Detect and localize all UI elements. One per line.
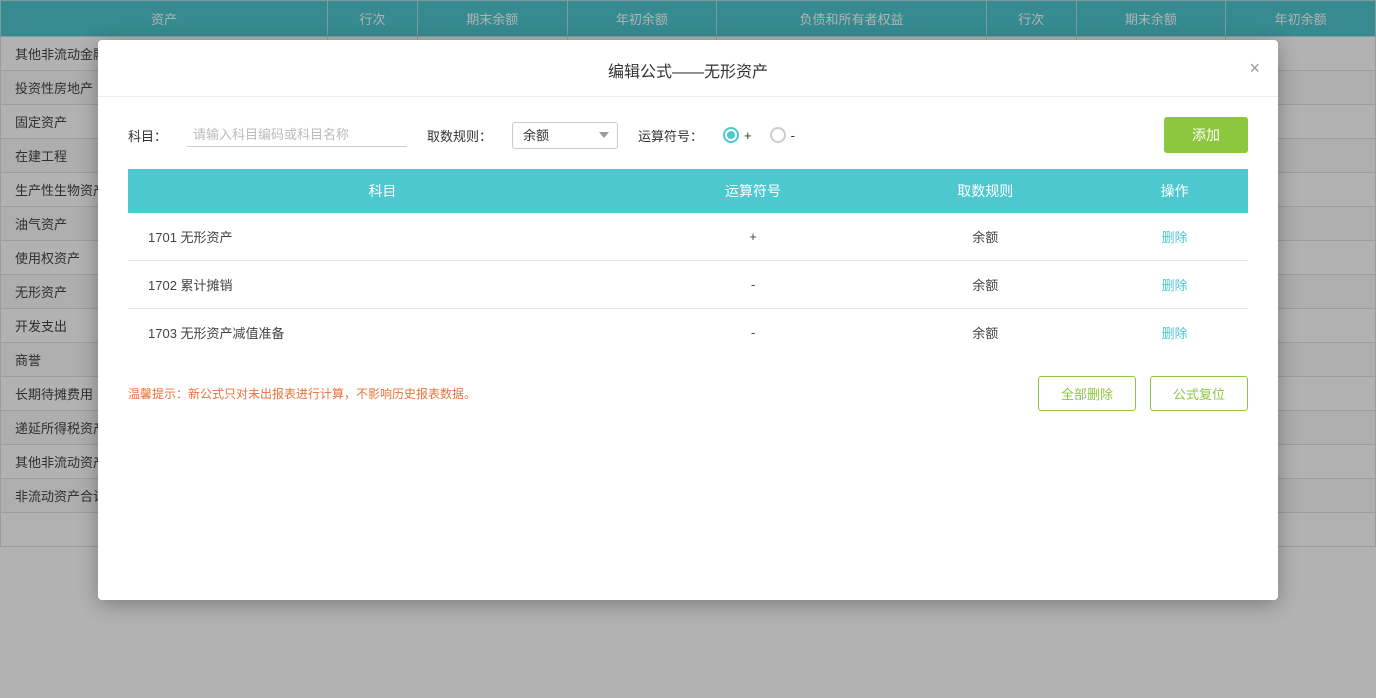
row3-action: 删除 <box>1101 309 1248 357</box>
radio-minus-circle[interactable] <box>770 127 786 143</box>
rule-label: 取数规则： <box>427 126 492 145</box>
formula-table-wrapper: 科目 运算符号 取数规则 操作 1701 无形资产 + 余额 删除 <box>128 169 1248 356</box>
modal-dialog: 编辑公式——无形资产 × 科目： 取数规则： 余额 借方发生额 贷方发生额 借方… <box>98 40 1278 600</box>
tip-content: 新公式只对未出报表进行计算，不影响历史报表数据。 <box>188 387 476 401</box>
col-rule-header: 取数规则 <box>869 169 1101 213</box>
delete-row1-button[interactable]: 删除 <box>1162 230 1188 245</box>
formula-row: 1703 无形资产减值准备 - 余额 删除 <box>128 309 1248 357</box>
col-subject-header: 科目 <box>128 169 637 213</box>
col-action-header: 操作 <box>1101 169 1248 213</box>
row2-action: 删除 <box>1101 261 1248 309</box>
formula-table: 科目 运算符号 取数规则 操作 1701 无形资产 + 余额 删除 <box>128 169 1248 356</box>
row3-operator: - <box>637 309 869 357</box>
operator-label: 运算符号： <box>638 126 703 145</box>
radio-minus[interactable]: - <box>770 127 795 143</box>
row2-operator: - <box>637 261 869 309</box>
row1-rule: 余额 <box>869 213 1101 261</box>
subject-input[interactable] <box>187 123 407 147</box>
radio-minus-label: - <box>791 128 795 143</box>
radio-plus-circle[interactable] <box>723 127 739 143</box>
delete-row3-button[interactable]: 删除 <box>1162 326 1188 341</box>
row1-operator: + <box>637 213 869 261</box>
modal-close-button[interactable]: × <box>1249 59 1260 77</box>
row3-rule: 余额 <box>869 309 1101 357</box>
row2-rule: 余额 <box>869 261 1101 309</box>
formula-form: 科目： 取数规则： 余额 借方发生额 贷方发生额 借方累计 贷方累计 运算符号：… <box>98 97 1278 169</box>
row2-subject: 1702 累计摊销 <box>128 261 637 309</box>
operator-radio-group: + - <box>723 127 795 143</box>
row1-action: 删除 <box>1101 213 1248 261</box>
footer-buttons: 全部删除 公式复位 <box>1038 376 1248 411</box>
modal-overlay: 编辑公式——无形资产 × 科目： 取数规则： 余额 借方发生额 贷方发生额 借方… <box>0 0 1376 698</box>
rule-select[interactable]: 余额 借方发生额 贷方发生额 借方累计 贷方累计 <box>512 122 618 149</box>
reset-formula-button[interactable]: 公式复位 <box>1150 376 1248 411</box>
row3-subject: 1703 无形资产减值准备 <box>128 309 637 357</box>
col-operator-header: 运算符号 <box>637 169 869 213</box>
tip-text: 温馨提示：新公式只对未出报表进行计算，不影响历史报表数据。 <box>128 385 476 402</box>
formula-row: 1701 无形资产 + 余额 删除 <box>128 213 1248 261</box>
subject-label: 科目： <box>128 126 167 145</box>
radio-plus-label: + <box>744 128 752 143</box>
modal-header: 编辑公式——无形资产 × <box>98 40 1278 97</box>
delete-row2-button[interactable]: 删除 <box>1162 278 1188 293</box>
delete-all-button[interactable]: 全部删除 <box>1038 376 1136 411</box>
modal-title: 编辑公式——无形资产 <box>608 58 768 82</box>
modal-footer: 温馨提示：新公式只对未出报表进行计算，不影响历史报表数据。 全部删除 公式复位 <box>98 356 1278 421</box>
add-formula-button[interactable]: 添加 <box>1164 117 1248 153</box>
tip-prefix: 温馨提示： <box>128 387 188 401</box>
radio-plus[interactable]: + <box>723 127 752 143</box>
row1-subject: 1701 无形资产 <box>128 213 637 261</box>
formula-row: 1702 累计摊销 - 余额 删除 <box>128 261 1248 309</box>
